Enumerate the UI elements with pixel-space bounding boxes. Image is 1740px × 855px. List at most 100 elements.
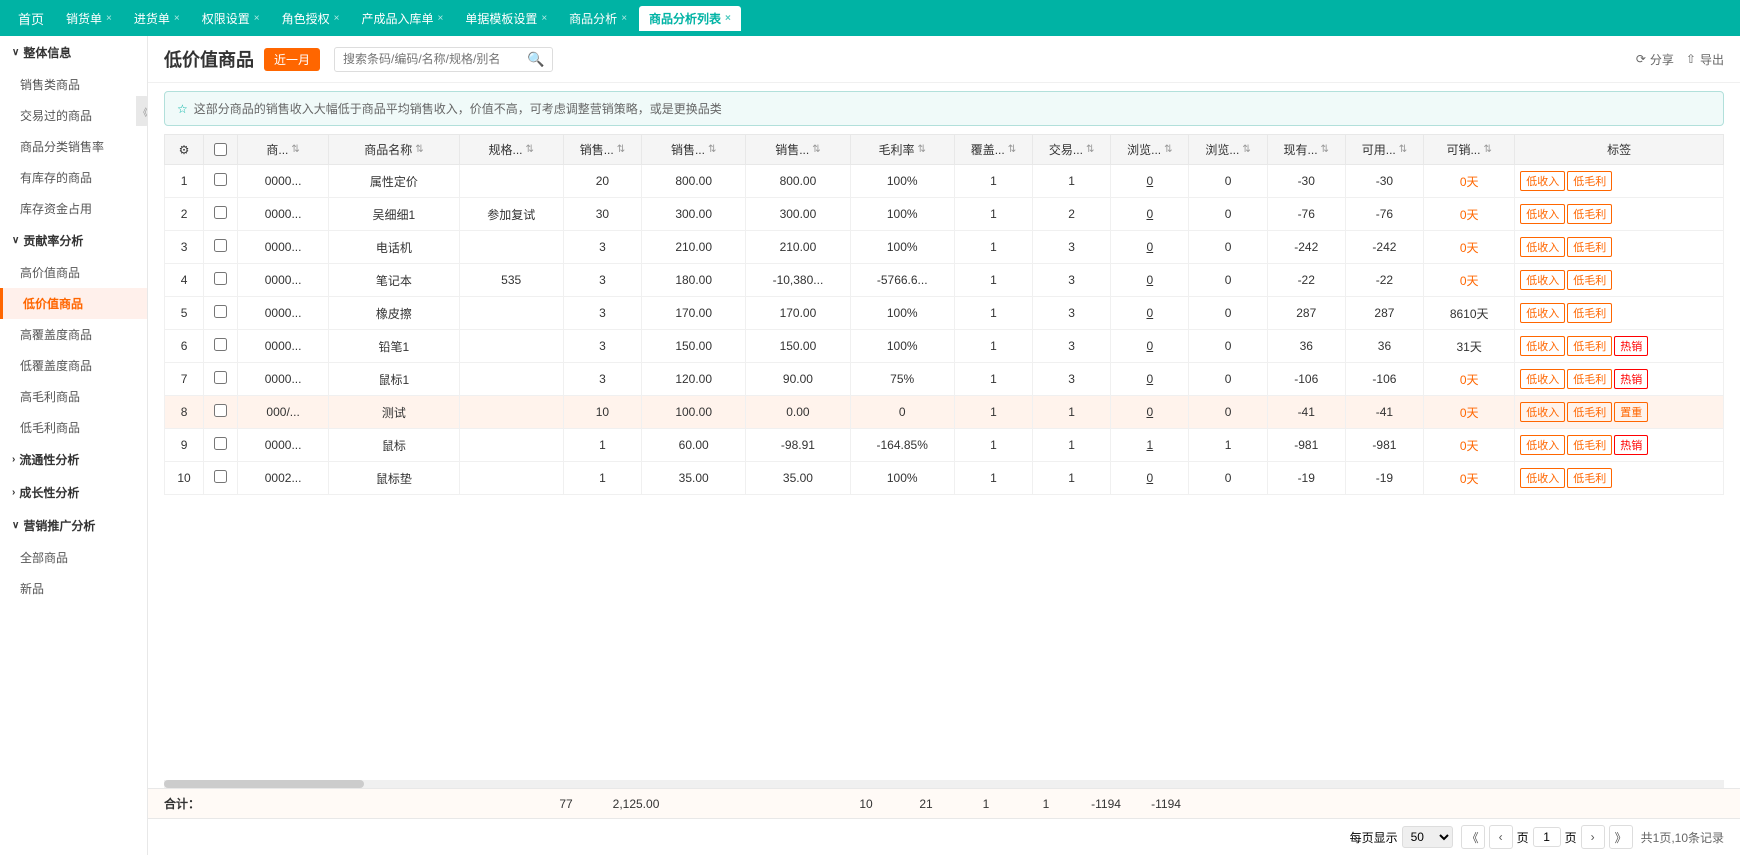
cell-view1-9[interactable]: 0 [1111,462,1189,495]
sidebar-item-sales-products[interactable]: 销售类商品 [0,69,147,100]
close-icon-7[interactable]: × [725,13,731,24]
sidebar-item-new-products[interactable]: 新品 [0,573,147,604]
sort-coverage-icon[interactable]: ⇅ [1008,144,1016,155]
cell-view1-3[interactable]: 0 [1111,264,1189,297]
cell-checkbox-9[interactable] [204,462,238,495]
sidebar-item-stock-capital[interactable]: 库存资金占用 [0,193,147,224]
cell-view1-5[interactable]: 0 [1111,330,1189,363]
row-checkbox-8[interactable] [214,437,227,450]
page-size-select[interactable]: 50 100 [1402,826,1453,848]
close-icon-2[interactable]: × [254,13,260,24]
row-checkbox-9[interactable] [214,470,227,483]
sidebar-item-all-products[interactable]: 全部商品 [0,542,147,573]
sort-saleable-icon[interactable]: ⇅ [1483,144,1491,155]
cell-checkbox-8[interactable] [204,429,238,462]
cell-checkbox-2[interactable] [204,231,238,264]
sort-view2-icon[interactable]: ⇅ [1242,144,1250,155]
sidebar-item-high-coverage[interactable]: 高覆盖度商品 [0,319,147,350]
sort-view1-icon[interactable]: ⇅ [1164,144,1172,155]
view1-link-9[interactable]: 0 [1146,471,1153,485]
sidebar-item-traded-products[interactable]: 交易过的商品 [0,100,147,131]
row-checkbox-4[interactable] [214,305,227,318]
view1-link-7[interactable]: 0 [1146,405,1153,419]
cell-view1-1[interactable]: 0 [1111,198,1189,231]
close-icon-3[interactable]: × [334,13,340,24]
row-checkbox-3[interactable] [214,272,227,285]
close-icon-4[interactable]: × [437,13,443,24]
sidebar-group-circulation[interactable]: › 流通性分析 [0,443,147,476]
view1-link-5[interactable]: 0 [1146,339,1153,353]
cell-view1-7[interactable]: 0 [1111,396,1189,429]
sidebar-group-overall[interactable]: ∨ 整体信息 [0,36,147,69]
sidebar-group-marketing[interactable]: ∨ 营销推广分析 [0,509,147,542]
view1-link-1[interactable]: 0 [1146,207,1153,221]
nav-item-3[interactable]: 角色授权 × [272,6,350,31]
nav-item-1[interactable]: 进货单 × [124,6,190,31]
nav-item-2[interactable]: 权限设置 × [192,6,270,31]
row-checkbox-7[interactable] [214,404,227,417]
settings-icon[interactable]: ⚙ [179,143,190,157]
cell-checkbox-0[interactable] [204,165,238,198]
nav-item-0[interactable]: 销货单 × [56,6,122,31]
sort-spec-icon[interactable]: ⇅ [526,144,534,155]
horizontal-scrollbar[interactable] [164,780,1724,788]
sidebar-item-high-value[interactable]: 高价值商品 [0,257,147,288]
row-checkbox-1[interactable] [214,206,227,219]
view1-link-2[interactable]: 0 [1146,240,1153,254]
scrollbar-thumb[interactable] [164,780,364,788]
sort-code-icon[interactable]: ⇅ [291,144,299,155]
search-icon[interactable]: 🔍 [527,51,544,68]
cell-view1-8[interactable]: 1 [1111,429,1189,462]
col-settings[interactable]: ⚙ [165,135,204,165]
cell-checkbox-6[interactable] [204,363,238,396]
sidebar-collapse-button[interactable]: 《 [136,96,148,126]
view1-link-3[interactable]: 0 [1146,273,1153,287]
sidebar-item-category-sales-rate[interactable]: 商品分类销售率 [0,131,147,162]
nav-item-7[interactable]: 商品分析列表 × [639,6,741,31]
cell-view1-6[interactable]: 0 [1111,363,1189,396]
nav-item-4[interactable]: 产成品入库单 × [351,6,453,31]
cell-view1-2[interactable]: 0 [1111,231,1189,264]
sort-trade-icon[interactable]: ⇅ [1086,144,1094,155]
filter-recent-month-button[interactable]: 近一月 [264,48,320,71]
row-checkbox-6[interactable] [214,371,227,384]
view1-link-4[interactable]: 0 [1146,306,1153,320]
close-icon-6[interactable]: × [621,13,627,24]
nav-item-5[interactable]: 单据模板设置 × [455,6,557,31]
view1-link-8[interactable]: 1 [1146,438,1153,452]
prev-page-button[interactable]: ‹ [1489,825,1513,849]
page-number-input[interactable] [1533,827,1561,847]
close-icon-1[interactable]: × [174,13,180,24]
sidebar-item-low-margin[interactable]: 低毛利商品 [0,412,147,443]
row-checkbox-0[interactable] [214,173,227,186]
last-page-button[interactable]: 》 [1609,825,1633,849]
sidebar-item-stock-products[interactable]: 有库存的商品 [0,162,147,193]
first-page-button[interactable]: 《 [1461,825,1485,849]
sort-margin-icon[interactable]: ⇅ [918,144,926,155]
cell-checkbox-3[interactable] [204,264,238,297]
sort-qty-icon[interactable]: ⇅ [617,144,625,155]
cell-checkbox-4[interactable] [204,297,238,330]
view1-link-0[interactable]: 0 [1146,174,1153,188]
cell-view1-0[interactable]: 0 [1111,165,1189,198]
sidebar-item-low-coverage[interactable]: 低覆盖度商品 [0,350,147,381]
close-icon-0[interactable]: × [106,13,112,24]
close-icon-5[interactable]: × [541,13,547,24]
cell-view1-4[interactable]: 0 [1111,297,1189,330]
sort-name-icon[interactable]: ⇅ [415,144,423,155]
cell-checkbox-5[interactable] [204,330,238,363]
search-input[interactable] [343,52,523,66]
view1-link-6[interactable]: 0 [1146,372,1153,386]
share-button[interactable]: ⟳ 分享 [1636,51,1674,68]
export-button[interactable]: ⇧ 导出 [1686,51,1724,68]
sort-amount-icon[interactable]: ⇅ [812,144,820,155]
sort-price-icon[interactable]: ⇅ [708,144,716,155]
sidebar-item-high-margin[interactable]: 高毛利商品 [0,381,147,412]
next-page-button[interactable]: › [1581,825,1605,849]
sidebar-item-low-value[interactable]: 低价值商品 [0,288,147,319]
cell-checkbox-7[interactable] [204,396,238,429]
cell-checkbox-1[interactable] [204,198,238,231]
sidebar-group-growth[interactable]: › 成长性分析 [0,476,147,509]
sort-current-icon[interactable]: ⇅ [1321,144,1329,155]
row-checkbox-5[interactable] [214,338,227,351]
